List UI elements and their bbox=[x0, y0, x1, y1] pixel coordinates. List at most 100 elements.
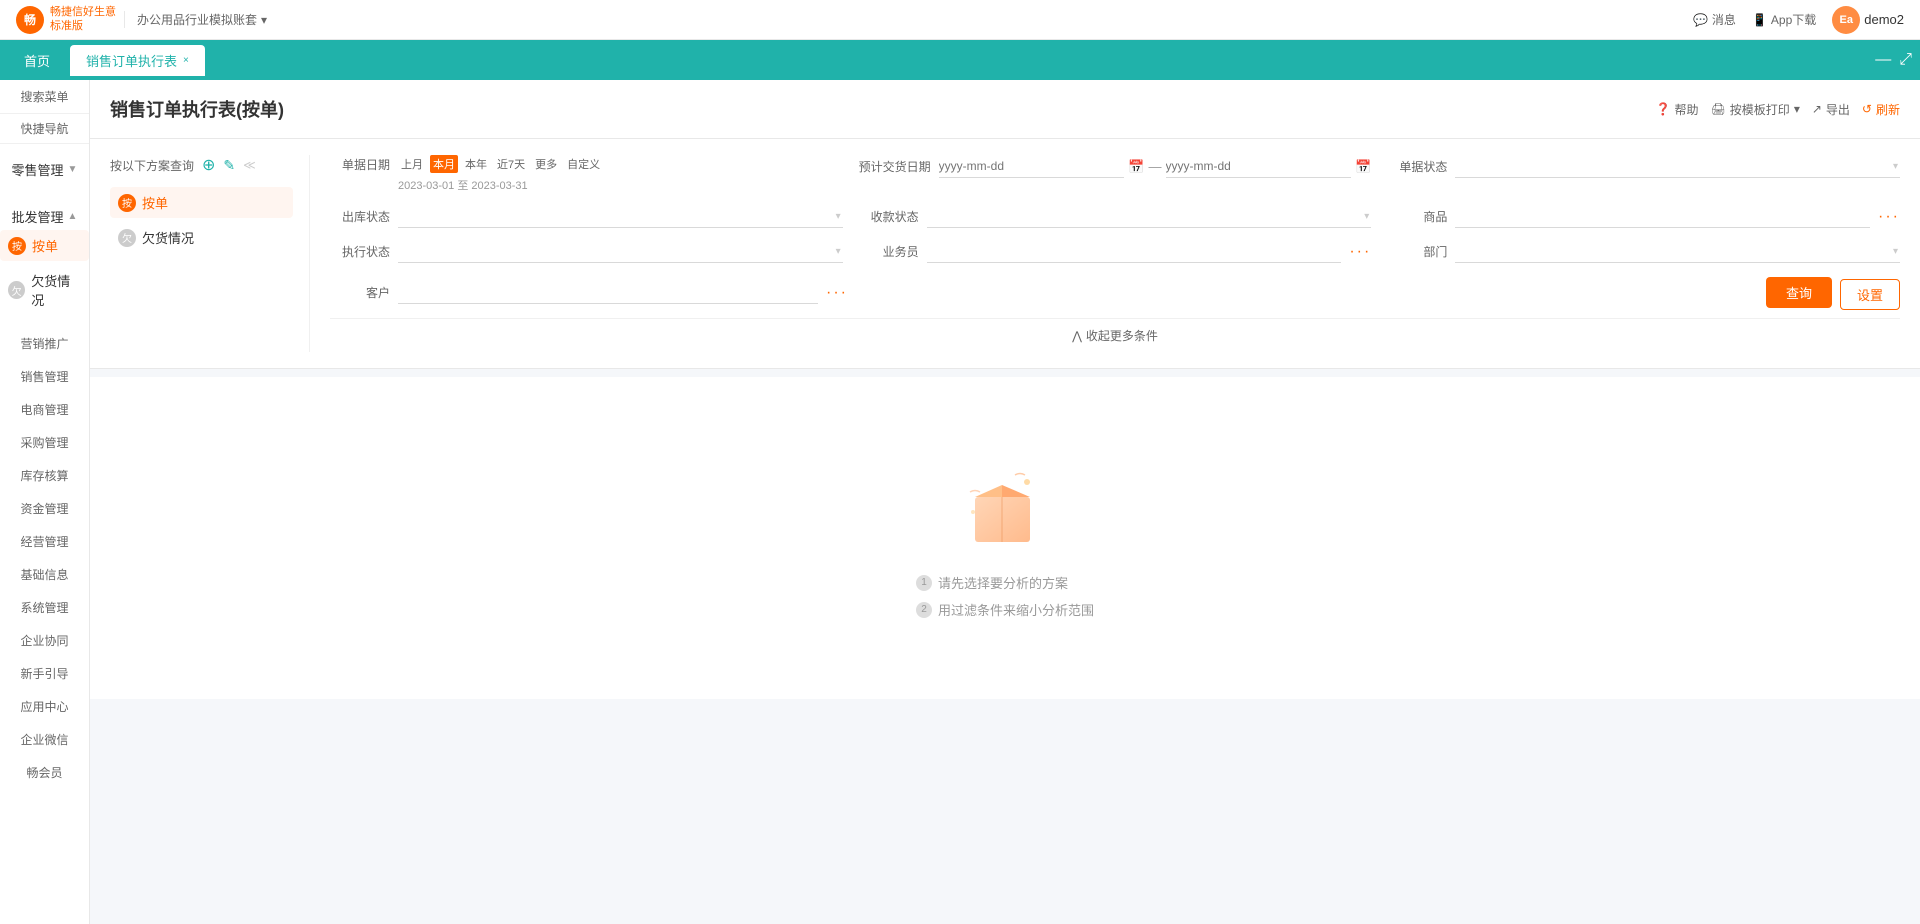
page-header: 销售订单执行表(按单) ❓ 帮助 🖨 按模板打印 ▾ ↗ 导出 ↺ 刷新 bbox=[90, 80, 1920, 139]
app-selector[interactable]: 办公用品行业模拟账套 ▾ bbox=[124, 11, 267, 28]
filter-fields: 单据日期 上月 本月 本年 近7天 更多 自定义 bbox=[310, 155, 1900, 352]
sidebar-item-apps[interactable]: 应用中心 bbox=[0, 690, 89, 723]
sidebar-item-operations[interactable]: 经营管理 bbox=[0, 525, 89, 558]
customer-input[interactable] bbox=[398, 281, 818, 304]
logo-text: 畅捷信好生意 标准版 bbox=[50, 6, 116, 32]
expected-date-label: 预计交货日期 bbox=[859, 158, 931, 175]
filter-scheme-panel: 按以下方案查询 ⊕ ✎ ≪ 按 按单 欠 欠货情况 bbox=[110, 155, 310, 352]
sidebar-section-wholesale: 批发管理 ▲ 按 按单 欠 欠货情况 bbox=[0, 191, 89, 327]
sidebar-section-retail: 零售管理 ▼ bbox=[0, 144, 89, 191]
sidebar-item-finance[interactable]: 资金管理 bbox=[0, 492, 89, 525]
add-scheme-icon[interactable]: ⊕ bbox=[202, 155, 215, 175]
refresh-btn[interactable]: ↺ 刷新 bbox=[1862, 101, 1900, 118]
sidebar-item-newbie[interactable]: 新手引导 bbox=[0, 657, 89, 690]
user-area[interactable]: Ea demo2 bbox=[1832, 6, 1904, 34]
sidebar-search[interactable]: 搜索菜单 bbox=[0, 80, 89, 114]
collapse-btn[interactable]: ⋀ 收起更多条件 bbox=[1072, 327, 1158, 344]
sidebar-item-欠货[interactable]: 欠 欠货情况 bbox=[0, 265, 89, 315]
date-btn-more[interactable]: 更多 bbox=[532, 155, 560, 173]
tab-home[interactable]: 首页 bbox=[8, 45, 66, 76]
collect-status-field: 收款状态 ▾ bbox=[859, 205, 1372, 228]
date-btn-7days[interactable]: 近7天 bbox=[494, 155, 528, 173]
avatar: Ea bbox=[1832, 6, 1860, 34]
tab-maximize-btn[interactable]: ⤢ bbox=[1899, 51, 1912, 69]
customer-field: 客户 ··· bbox=[330, 281, 848, 304]
sidebar-item-purchase[interactable]: 采购管理 bbox=[0, 426, 89, 459]
scheme-title: 按以下方案查询 ⊕ ✎ ≪ bbox=[110, 155, 293, 175]
export-btn[interactable]: ↗ 导出 bbox=[1812, 101, 1850, 118]
retail-collapse-icon: ▼ bbox=[68, 164, 78, 175]
customer-label: 客户 bbox=[330, 284, 390, 301]
exec-status-field: 执行状态 ▾ bbox=[330, 240, 843, 263]
expected-date-range: 📅 — 📅 bbox=[939, 155, 1372, 178]
scheme-item-欠货[interactable]: 欠 欠货情况 bbox=[110, 222, 293, 253]
print-btn[interactable]: 🖨 按模板打印 ▾ bbox=[1711, 101, 1800, 118]
out-status-select-wrap: ▾ bbox=[398, 205, 843, 228]
salesperson-field: 业务员 ··· bbox=[859, 240, 1372, 263]
date-label: 单据日期 bbox=[330, 156, 390, 173]
sidebar-item-marketing[interactable]: 营销推广 bbox=[0, 327, 89, 360]
download-icon: 📱 bbox=[1752, 13, 1767, 27]
top-bar: 畅 畅捷信好生意 标准版 办公用品行业模拟账套 ▾ 💬 消息 📱 App下载 E… bbox=[0, 0, 1920, 40]
refresh-icon: ↺ bbox=[1862, 102, 1872, 116]
expected-date-start[interactable] bbox=[939, 155, 1125, 178]
expected-date-field: 预计交货日期 📅 — 📅 bbox=[859, 155, 1372, 178]
salesperson-label: 业务员 bbox=[859, 243, 919, 260]
goods-input[interactable] bbox=[1455, 205, 1870, 228]
sidebar-group-retail[interactable]: 零售管理 ▼ bbox=[0, 152, 89, 183]
query-button[interactable]: 查询 bbox=[1766, 277, 1832, 308]
tab-minimize-btn[interactable]: — bbox=[1875, 51, 1891, 69]
date-range-display: 2023-03-01 至 2023-03-31 bbox=[398, 177, 528, 193]
expected-date-end-icon[interactable]: 📅 bbox=[1355, 159, 1371, 175]
date-btn-thismonth[interactable]: 本月 bbox=[430, 155, 458, 173]
tab-close-icon[interactable]: × bbox=[183, 55, 189, 66]
collapse-scheme-icon[interactable]: ≪ bbox=[243, 158, 256, 172]
sidebar-item-wechat[interactable]: 企业微信 bbox=[0, 723, 89, 756]
date-btn-lastmonth[interactable]: 上月 bbox=[398, 155, 426, 173]
date-btn-thisyear[interactable]: 本年 bbox=[462, 155, 490, 173]
sidebar-item-basics[interactable]: 基础信息 bbox=[0, 558, 89, 591]
sidebar-item-按单[interactable]: 按 按单 bbox=[0, 230, 89, 261]
date-field: 单据日期 上月 本月 本年 近7天 更多 自定义 bbox=[330, 155, 843, 193]
exec-status-select[interactable] bbox=[398, 240, 843, 263]
expected-date-start-icon[interactable]: 📅 bbox=[1128, 159, 1144, 175]
page-title: 销售订单执行表(按单) bbox=[110, 96, 284, 138]
date-btn-custom[interactable]: 自定义 bbox=[564, 155, 603, 173]
sidebar-item-ecommerce[interactable]: 电商管理 bbox=[0, 393, 89, 426]
tab-sales-exec[interactable]: 销售订单执行表 × bbox=[70, 45, 205, 76]
goods-more-btn[interactable]: ··· bbox=[1878, 208, 1900, 226]
sidebar-item-collab[interactable]: 企业协同 bbox=[0, 624, 89, 657]
help-icon: ❓ bbox=[1656, 102, 1671, 116]
sidebar-quick-nav[interactable]: 快捷导航 bbox=[0, 114, 89, 144]
out-status-select[interactable] bbox=[398, 205, 843, 228]
empty-illustration bbox=[955, 457, 1055, 557]
sidebar-group-wholesale[interactable]: 批发管理 ▲ bbox=[0, 199, 89, 230]
settings-button[interactable]: 设置 bbox=[1840, 279, 1900, 310]
out-status-field: 出库状态 ▾ bbox=[330, 205, 843, 228]
dept-select[interactable] bbox=[1455, 240, 1900, 263]
edit-scheme-icon[interactable]: ✎ bbox=[223, 157, 235, 174]
expected-date-end[interactable] bbox=[1166, 155, 1352, 178]
message-action[interactable]: 💬 消息 bbox=[1693, 11, 1736, 28]
scheme-欠货-icon: 欠 bbox=[118, 229, 136, 247]
customer-more-btn[interactable]: ··· bbox=[826, 284, 848, 302]
sidebar-item-sales[interactable]: 销售管理 bbox=[0, 360, 89, 393]
collect-status-select[interactable] bbox=[927, 205, 1372, 228]
collapse-up-icon: ⋀ bbox=[1072, 329, 1082, 343]
app-download-action[interactable]: 📱 App下载 bbox=[1752, 11, 1816, 28]
doc-status-label: 单据状态 bbox=[1387, 158, 1447, 175]
按单-icon: 按 bbox=[8, 237, 26, 255]
export-icon: ↗ bbox=[1812, 102, 1822, 116]
sidebar-item-inventory[interactable]: 库存核算 bbox=[0, 459, 89, 492]
sidebar-item-member[interactable]: 畅会员 bbox=[0, 756, 89, 789]
help-btn[interactable]: ❓ 帮助 bbox=[1656, 101, 1699, 118]
salesperson-more-btn[interactable]: ··· bbox=[1349, 243, 1371, 261]
欠货-icon: 欠 bbox=[8, 281, 25, 299]
tab-bar-right: — ⤢ bbox=[1875, 51, 1912, 69]
salesperson-input[interactable] bbox=[927, 240, 1342, 263]
top-bar-left: 畅 畅捷信好生意 标准版 办公用品行业模拟账套 ▾ bbox=[16, 6, 267, 34]
sidebar-item-system[interactable]: 系统管理 bbox=[0, 591, 89, 624]
scheme-item-按单[interactable]: 按 按单 bbox=[110, 187, 293, 218]
goods-label: 商品 bbox=[1387, 208, 1447, 225]
doc-status-select[interactable] bbox=[1455, 155, 1900, 178]
